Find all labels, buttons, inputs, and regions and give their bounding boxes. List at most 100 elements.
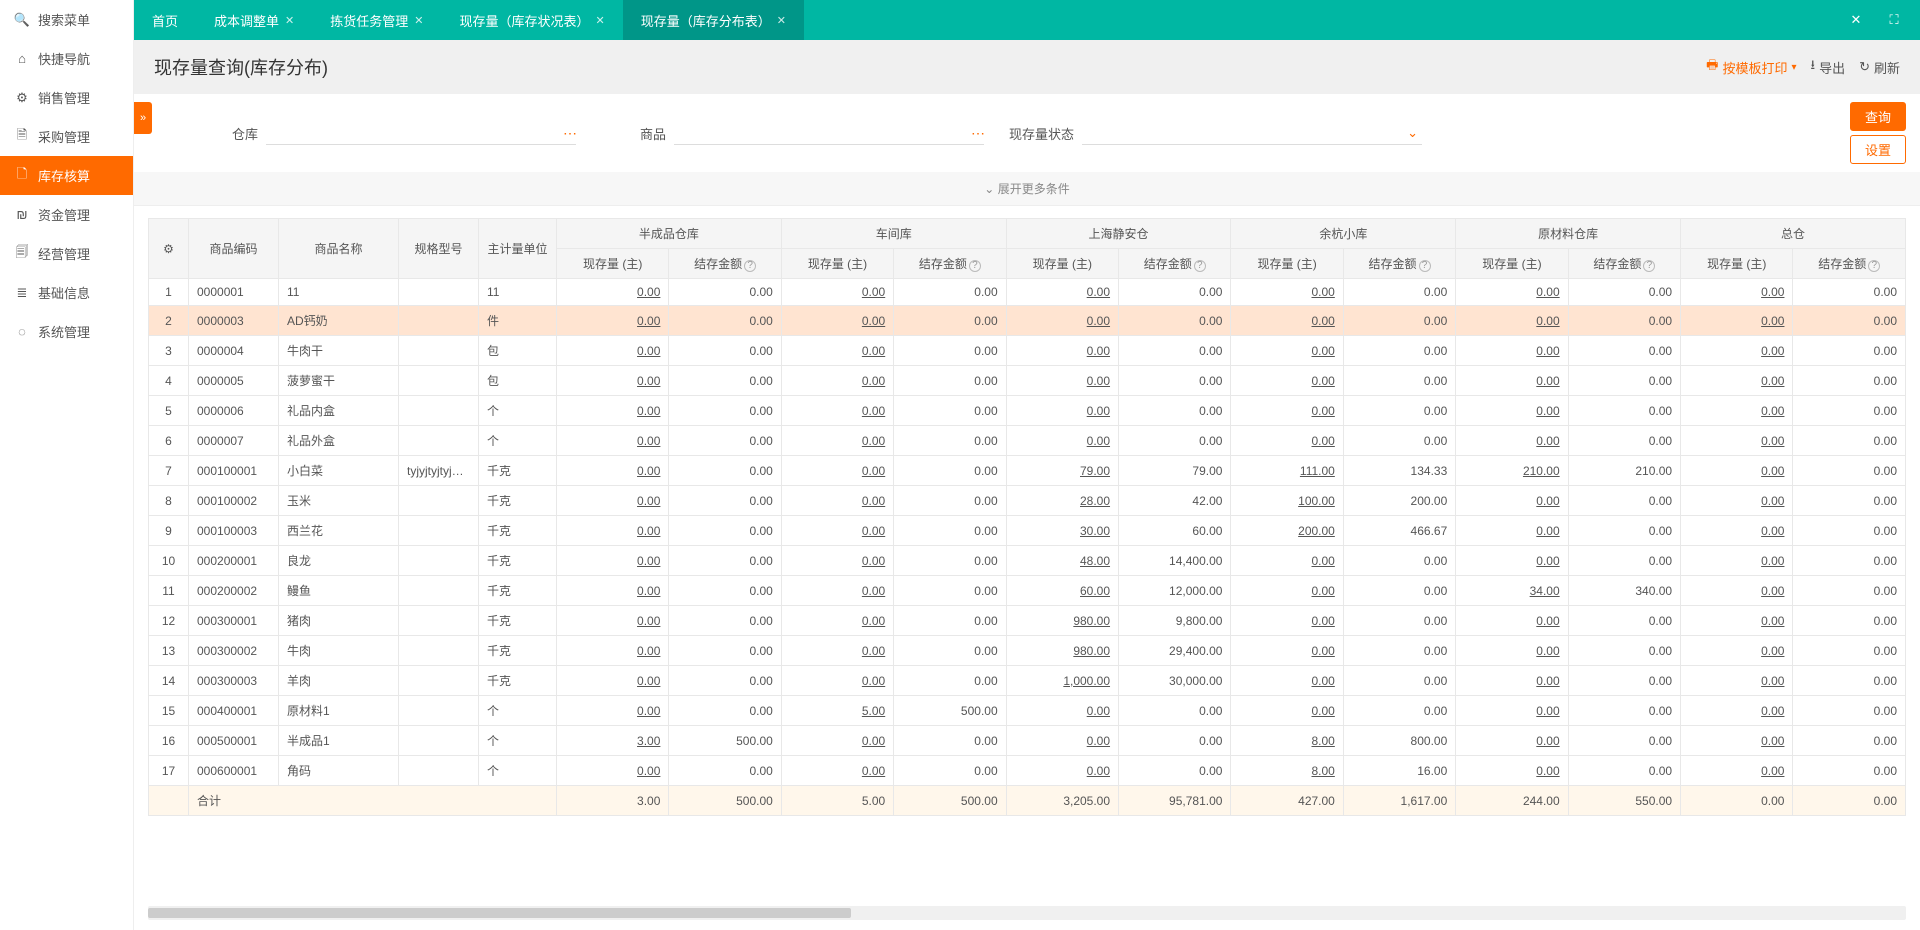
table-row[interactable]: 20000003AD钙奶件0.000.000.000.000.000.000.0… xyxy=(149,306,1906,336)
cell-qty[interactable]: 0.00 xyxy=(1231,396,1343,426)
sidebar-item-sale[interactable]: ⚙销售管理 xyxy=(0,78,133,117)
cell-qty[interactable]: 0.00 xyxy=(1681,636,1793,666)
table-row[interactable]: 11000200002鳗鱼千克0.000.000.000.0060.0012,0… xyxy=(149,576,1906,606)
cell-qty[interactable]: 0.00 xyxy=(1231,366,1343,396)
cell-qty[interactable]: 0.00 xyxy=(781,396,893,426)
cell-qty[interactable]: 0.00 xyxy=(1231,426,1343,456)
cell-qty[interactable]: 0.00 xyxy=(1681,546,1793,576)
sidebar-item-nav[interactable]: ⌂快捷导航 xyxy=(0,39,133,78)
table-row[interactable]: 13000300002牛肉千克0.000.000.000.00980.0029,… xyxy=(149,636,1906,666)
sidebar-item-ops[interactable]: 🗐经营管理 xyxy=(0,234,133,273)
cell-qty[interactable]: 0.00 xyxy=(1681,306,1793,336)
close-icon[interactable]: ✕ xyxy=(285,14,294,27)
refresh-button[interactable]: ↻ 刷新 xyxy=(1859,58,1900,77)
cell-qty[interactable]: 0.00 xyxy=(1231,696,1343,726)
cell-qty[interactable]: 0.00 xyxy=(781,576,893,606)
table-row[interactable]: 9000100003西兰花千克0.000.000.000.0030.0060.0… xyxy=(149,516,1906,546)
table-row[interactable]: 10000200001良龙千克0.000.000.000.0048.0014,4… xyxy=(149,546,1906,576)
close-icon[interactable]: ✕ xyxy=(777,14,786,27)
cell-qty[interactable]: 0.00 xyxy=(557,396,669,426)
cell-qty[interactable]: 0.00 xyxy=(1006,726,1118,756)
scrollbar-thumb[interactable] xyxy=(148,908,851,918)
cell-qty[interactable]: 0.00 xyxy=(1456,636,1568,666)
tab-4[interactable]: 现存量（库存分布表）✕ xyxy=(623,0,804,40)
cell-qty[interactable]: 0.00 xyxy=(557,456,669,486)
cell-qty[interactable]: 0.00 xyxy=(557,756,669,786)
cell-qty[interactable]: 0.00 xyxy=(1681,726,1793,756)
cell-qty[interactable]: 0.00 xyxy=(1456,279,1568,306)
cell-qty[interactable]: 8.00 xyxy=(1231,756,1343,786)
cell-qty[interactable]: 0.00 xyxy=(1681,666,1793,696)
info-icon[interactable]: ? xyxy=(969,260,981,272)
cell-qty[interactable]: 0.00 xyxy=(781,279,893,306)
cell-qty[interactable]: 0.00 xyxy=(781,546,893,576)
close-all-tabs-button[interactable]: ✕ xyxy=(1842,6,1870,34)
tab-0[interactable]: 首页 xyxy=(134,0,196,40)
cell-qty[interactable]: 0.00 xyxy=(557,279,669,306)
cell-qty[interactable]: 0.00 xyxy=(557,516,669,546)
cell-qty[interactable]: 0.00 xyxy=(1681,516,1793,546)
cell-qty[interactable]: 79.00 xyxy=(1006,456,1118,486)
table-container[interactable]: ⚙商品编码商品名称规格型号主计量单位半成品仓库车间库上海静安仓余杭小库原材料仓库… xyxy=(134,206,1920,900)
cell-qty[interactable]: 0.00 xyxy=(1456,756,1568,786)
close-icon[interactable]: ✕ xyxy=(596,14,605,27)
table-row[interactable]: 30000004牛肉干包0.000.000.000.000.000.000.00… xyxy=(149,336,1906,366)
cell-qty[interactable]: 0.00 xyxy=(1681,426,1793,456)
cell-qty[interactable]: 111.00 xyxy=(1231,456,1343,486)
filter-collapse-toggle[interactable]: » xyxy=(134,102,152,134)
cell-qty[interactable]: 0.00 xyxy=(1681,696,1793,726)
cell-qty[interactable]: 0.00 xyxy=(1456,696,1568,726)
cell-qty[interactable]: 0.00 xyxy=(1681,486,1793,516)
cell-qty[interactable]: 0.00 xyxy=(1231,279,1343,306)
cell-qty[interactable]: 0.00 xyxy=(781,606,893,636)
chevron-down-icon[interactable]: ⌄ xyxy=(1407,125,1418,141)
cell-qty[interactable]: 0.00 xyxy=(1456,426,1568,456)
cell-qty[interactable]: 0.00 xyxy=(557,666,669,696)
cell-qty[interactable]: 0.00 xyxy=(1006,426,1118,456)
table-row[interactable]: 8000100002玉米千克0.000.000.000.0028.0042.00… xyxy=(149,486,1906,516)
info-icon[interactable]: ? xyxy=(1419,260,1431,272)
sidebar-item-system[interactable]: ◌系统管理 xyxy=(0,312,133,351)
product-lookup-icon[interactable]: ⋯ xyxy=(971,125,984,142)
cell-qty[interactable]: 0.00 xyxy=(1456,336,1568,366)
sidebar-item-purchase[interactable]: 🗎采购管理 xyxy=(0,117,133,156)
cell-qty[interactable]: 0.00 xyxy=(1231,606,1343,636)
table-row[interactable]: 12000300001猪肉千克0.000.000.000.00980.009,8… xyxy=(149,606,1906,636)
cell-qty[interactable]: 0.00 xyxy=(1006,336,1118,366)
cell-qty[interactable]: 0.00 xyxy=(1456,306,1568,336)
cell-qty[interactable]: 0.00 xyxy=(1231,546,1343,576)
cell-qty[interactable]: 0.00 xyxy=(1231,336,1343,366)
sidebar-item-basic[interactable]: ≣基础信息 xyxy=(0,273,133,312)
cell-qty[interactable]: 0.00 xyxy=(557,576,669,606)
info-icon[interactable]: ? xyxy=(744,260,756,272)
table-row[interactable]: 60000007礼品外盒个0.000.000.000.000.000.000.0… xyxy=(149,426,1906,456)
cell-qty[interactable]: 980.00 xyxy=(1006,606,1118,636)
info-icon[interactable]: ? xyxy=(1643,260,1655,272)
cell-qty[interactable]: 0.00 xyxy=(781,486,893,516)
table-row[interactable]: 17000600001角码个0.000.000.000.000.000.008.… xyxy=(149,756,1906,786)
query-button[interactable]: 查询 xyxy=(1850,102,1906,131)
cell-qty[interactable]: 0.00 xyxy=(557,366,669,396)
table-row[interactable]: 50000006礼品内盒个0.000.000.000.000.000.000.0… xyxy=(149,396,1906,426)
table-row[interactable]: 15000400001原材料1个0.000.005.00500.000.000.… xyxy=(149,696,1906,726)
cell-qty[interactable]: 0.00 xyxy=(557,546,669,576)
export-button[interactable]: ⭳ 导出 xyxy=(1811,56,1846,78)
cell-qty[interactable]: 5.00 xyxy=(781,696,893,726)
sidebar-item-search[interactable]: 🔍搜索菜单 xyxy=(0,0,133,39)
warehouse-lookup-icon[interactable]: ⋯ xyxy=(563,125,576,142)
cell-qty[interactable]: 0.00 xyxy=(781,666,893,696)
cell-qty[interactable]: 100.00 xyxy=(1231,486,1343,516)
sidebar-item-funds[interactable]: ₪资金管理 xyxy=(0,195,133,234)
cell-qty[interactable]: 0.00 xyxy=(1456,396,1568,426)
cell-qty[interactable]: 0.00 xyxy=(781,726,893,756)
tab-1[interactable]: 成本调整单✕ xyxy=(196,0,312,40)
print-template-button[interactable]: 🖶 按模板打印 ▾ xyxy=(1706,56,1796,78)
cell-qty[interactable]: 0.00 xyxy=(1006,756,1118,786)
table-row[interactable]: 1000000111110.000.000.000.000.000.000.00… xyxy=(149,279,1906,306)
status-select[interactable] xyxy=(1082,121,1422,145)
cell-qty[interactable]: 0.00 xyxy=(557,636,669,666)
cell-qty[interactable]: 980.00 xyxy=(1006,636,1118,666)
cell-qty[interactable]: 210.00 xyxy=(1456,456,1568,486)
cell-qty[interactable]: 0.00 xyxy=(1456,546,1568,576)
cell-qty[interactable]: 0.00 xyxy=(781,426,893,456)
